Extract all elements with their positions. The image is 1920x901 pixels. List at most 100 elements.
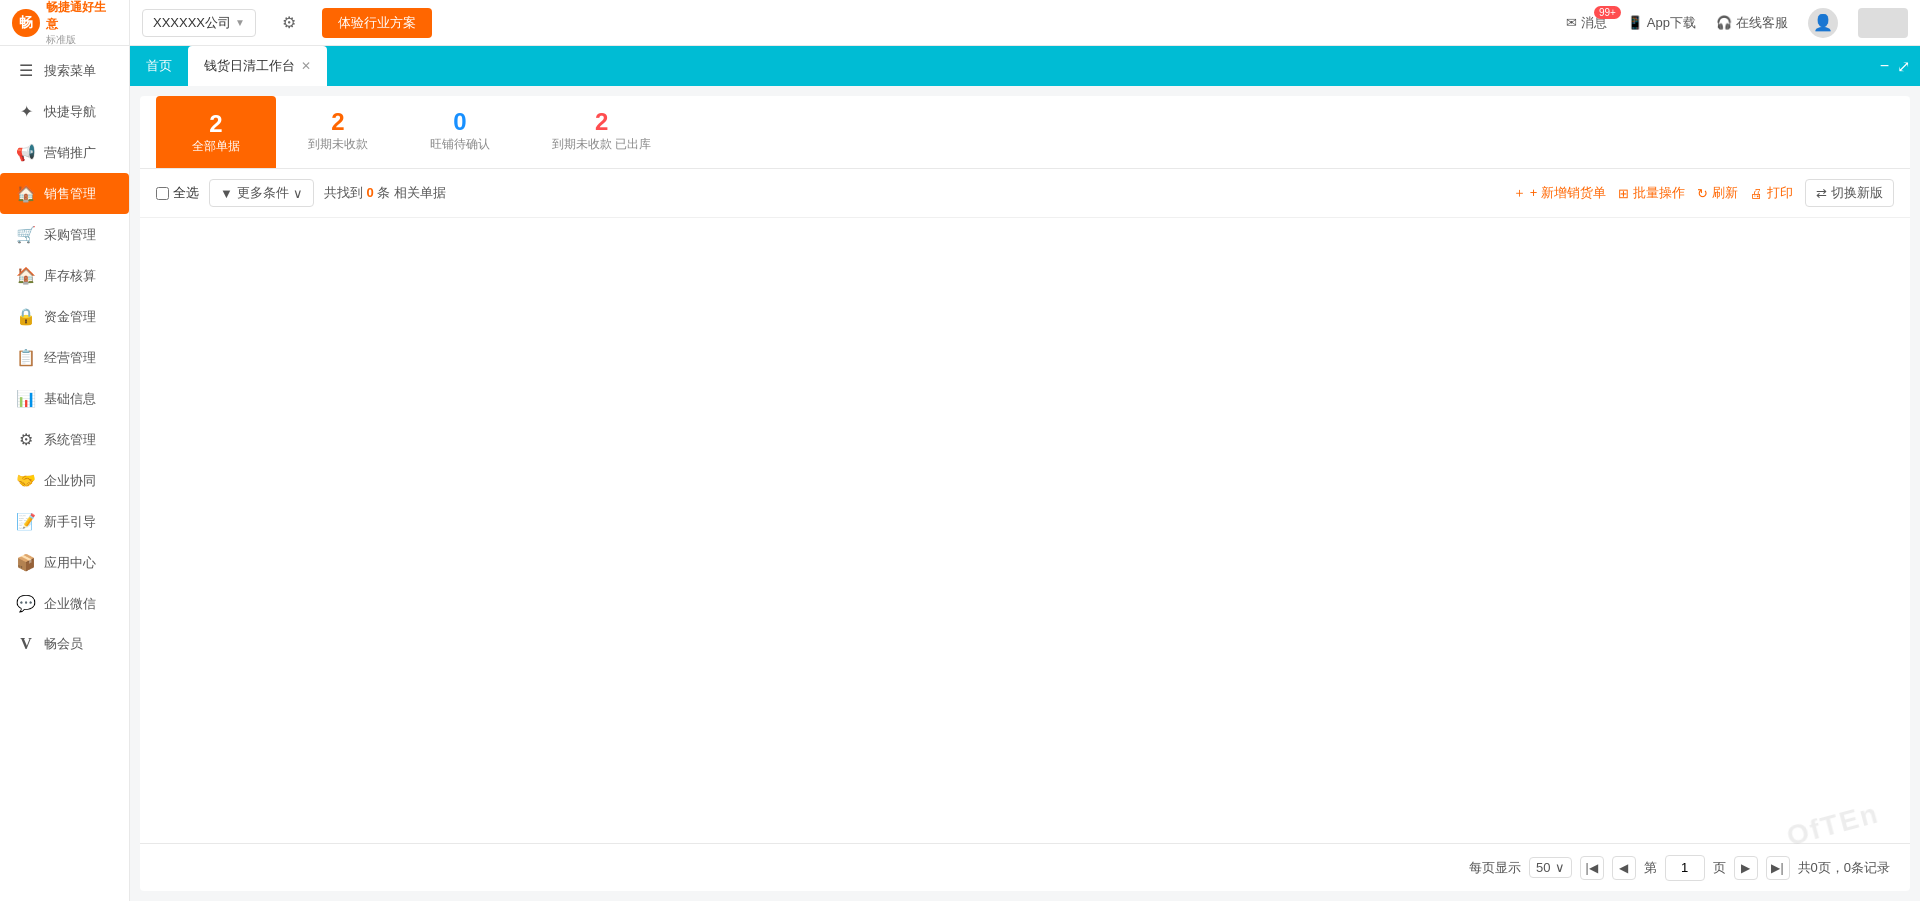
filter-button[interactable]: ▼ 更多条件 ∨ [209,179,314,207]
beginner-icon: 📝 [16,512,36,531]
settings-button[interactable]: ⚙ [274,8,304,38]
company-selector[interactable]: XXXXXX公司 ▼ [142,9,256,37]
tab-bar: 首页 钱货日清工作台 ✕ − ⤢ [130,46,1920,86]
tab-expand-icon[interactable]: ⤢ [1897,57,1910,76]
page-input[interactable] [1665,855,1705,881]
sidebar-item-sales-mgmt[interactable]: 🏠 销售管理 [0,173,129,214]
toolbar-left: 全选 ▼ 更多条件 ∨ 共找到 0 条 相关单据 [156,179,446,207]
sidebar-item-label: 系统管理 [44,431,96,449]
sidebar-item-enterprise-wechat[interactable]: 💬 企业微信 [0,583,129,624]
workbench-panel: 2 全部单据 2 到期未收款 0 旺铺待确认 2 到期未收款 已出库 全选 [140,96,1910,891]
new-sale-button[interactable]: ＋ + 新增销货单 [1513,184,1606,202]
select-all-input[interactable] [156,187,169,200]
related-label: 相关单据 [394,185,446,200]
sidebar-item-system-mgmt[interactable]: ⚙ 系统管理 [0,419,129,460]
header-right: ✉ 消息 99+ 📱 App下载 🎧 在线客服 👤 [1566,8,1908,38]
tab-workbench[interactable]: 钱货日清工作台 ✕ [188,46,327,86]
main-content: 2 全部单据 2 到期未收款 0 旺铺待确认 2 到期未收款 已出库 全选 [130,86,1920,901]
sidebar-item-vip-member[interactable]: V 畅会员 [0,624,129,664]
switch-version-button[interactable]: ⇄ 切换新版 [1805,179,1894,207]
sidebar-item-label: 基础信息 [44,390,96,408]
sidebar: ☰ 搜索菜单 ✦ 快捷导航 📢 营销推广 🏠 销售管理 🛒 采购管理 🏠 库存核… [0,0,130,901]
last-page-button[interactable]: ▶| [1766,856,1790,880]
batch-op-button[interactable]: ⊞ 批量操作 [1618,184,1685,202]
stat-tab-overdue[interactable]: 2 到期未收款 [278,96,398,168]
stat-overdue-label: 到期未收款 [308,136,368,153]
page-size-chevron-icon: ∨ [1555,860,1565,875]
headset-icon: 🎧 [1716,15,1732,30]
purchase-icon: 🛒 [16,225,36,244]
switch-label: 切换新版 [1831,184,1883,202]
app-download-label: App下载 [1647,14,1696,32]
phone-icon: 📱 [1627,15,1643,30]
add-icon: ＋ [1513,184,1526,202]
filter-label: 更多条件 [237,184,289,202]
total-label: 共0页，0条记录 [1798,859,1890,877]
select-all-checkbox[interactable]: 全选 [156,184,199,202]
page-size-select[interactable]: 50 ∨ [1529,857,1571,878]
tab-home[interactable]: 首页 [130,46,188,86]
user-icon: 👤 [1813,13,1833,32]
prev-page-icon: ◀ [1619,861,1628,875]
sidebar-item-inventory[interactable]: 🏠 库存核算 [0,255,129,296]
sidebar-item-label: 库存核算 [44,267,96,285]
tab-bar-actions: − ⤢ [1880,57,1920,76]
stat-overdue-shipped-num: 2 [595,108,608,136]
sidebar-item-enterprise-coop[interactable]: 🤝 企业协同 [0,460,129,501]
page-label: 第 [1644,859,1657,877]
sidebar-item-search-menu[interactable]: ☰ 搜索菜单 [0,50,129,91]
basic-info-icon: 📊 [16,389,36,408]
sidebar-item-label: 采购管理 [44,226,96,244]
sidebar-item-marketing[interactable]: 📢 营销推广 [0,132,129,173]
sidebar-item-label: 新手引导 [44,513,96,531]
message-icon: ✉ [1566,15,1577,30]
sidebar-item-app-center[interactable]: 📦 应用中心 [0,542,129,583]
sidebar-item-label: 搜索菜单 [44,62,96,80]
first-page-button[interactable]: |◀ [1580,856,1604,880]
online-support-button[interactable]: 🎧 在线客服 [1716,14,1788,32]
stat-tab-overdue-shipped[interactable]: 2 到期未收款 已出库 [522,96,681,168]
chevron-down-icon: ▼ [235,17,245,28]
print-button[interactable]: 🖨 打印 [1750,184,1793,202]
print-label: 打印 [1767,184,1793,202]
sidebar-item-quick-nav[interactable]: ✦ 快捷导航 [0,91,129,132]
stat-overdue-num: 2 [331,108,344,136]
sidebar-item-basic-info[interactable]: 📊 基础信息 [0,378,129,419]
filter-icon: ▼ [220,186,233,201]
user-info [1858,8,1908,38]
user-menu[interactable] [1858,8,1908,38]
message-button[interactable]: ✉ 消息 99+ [1566,14,1607,32]
sidebar-item-operations[interactable]: 📋 经营管理 [0,337,129,378]
marketing-icon: 📢 [16,143,36,162]
next-page-button[interactable]: ▶ [1734,856,1758,880]
app-download-button[interactable]: 📱 App下载 [1627,14,1696,32]
found-count: 0 [367,185,374,200]
avatar[interactable]: 👤 [1808,8,1838,38]
quick-nav-icon: ✦ [16,102,36,121]
prev-page-button[interactable]: ◀ [1612,856,1636,880]
logo-icon: 畅 [12,9,40,37]
stat-tab-pending[interactable]: 0 旺铺待确认 [400,96,520,168]
found-unit: 条 [377,185,390,200]
wechat-icon: 💬 [16,594,36,613]
sidebar-item-label: 营销推广 [44,144,96,162]
new-sale-label: + 新增销货单 [1530,184,1606,202]
refresh-button[interactable]: ↻ 刷新 [1697,184,1738,202]
enterprise-coop-icon: 🤝 [16,471,36,490]
stats-tabs: 2 全部单据 2 到期未收款 0 旺铺待确认 2 到期未收款 已出库 [140,96,1910,169]
capital-icon: 🔒 [16,307,36,326]
try-industry-button[interactable]: 体验行业方案 [322,8,432,38]
sidebar-item-purchase-mgmt[interactable]: 🛒 采购管理 [0,214,129,255]
batch-op-label: 批量操作 [1633,184,1685,202]
sidebar-item-label: 快捷导航 [44,103,96,121]
stat-tab-all[interactable]: 2 全部单据 [156,96,276,168]
tab-close-icon[interactable]: ✕ [301,59,311,73]
page-size-value: 50 [1536,860,1550,875]
company-name: XXXXXX公司 [153,14,231,32]
sidebar-item-beginner-guide[interactable]: 📝 新手引导 [0,501,129,542]
stat-all-num: 2 [209,110,222,138]
tab-minimize-icon[interactable]: − [1880,57,1889,75]
logo-text-block: 畅捷通好生意 标准版 [46,0,117,47]
sidebar-item-capital-mgmt[interactable]: 🔒 资金管理 [0,296,129,337]
next-page-icon: ▶ [1741,861,1750,875]
